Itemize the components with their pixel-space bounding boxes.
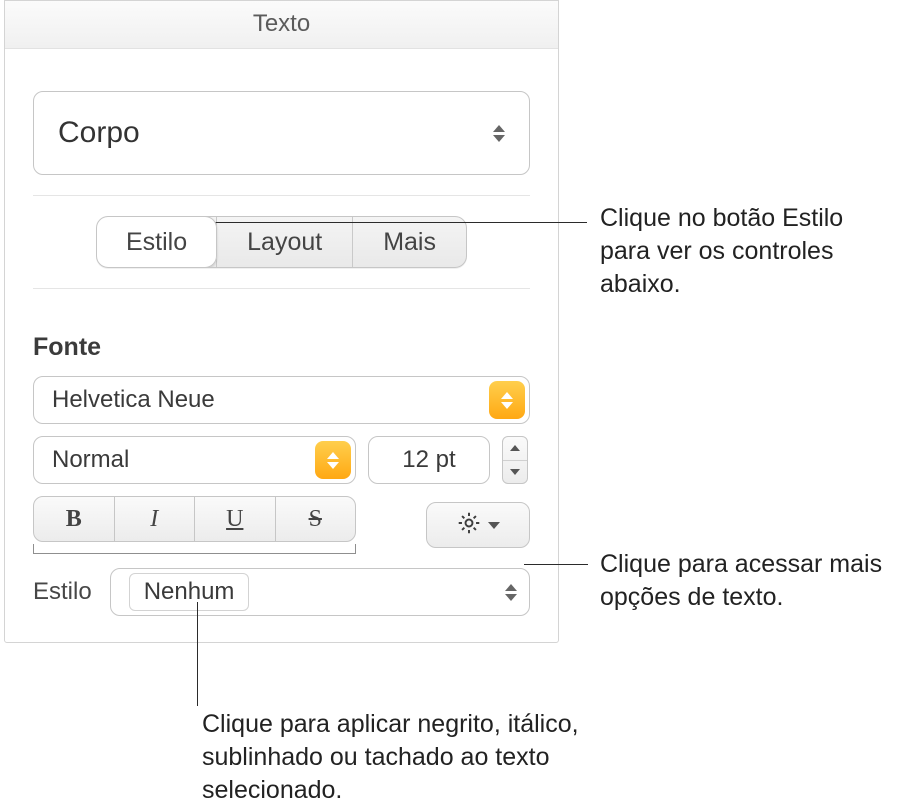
callout-connector (197, 602, 198, 706)
chevron-down-icon (488, 522, 500, 529)
font-size-stepper (502, 436, 528, 484)
font-size-value: 12 pt (402, 446, 455, 474)
paragraph-style-section: Corpo (5, 49, 558, 175)
font-family-select[interactable]: Helvetica Neue (33, 376, 530, 424)
chevron-up-down-icon (493, 125, 505, 142)
character-style-label: Estilo (33, 578, 92, 606)
callout-gear: Clique para acessar mais opções de texto… (600, 548, 890, 614)
text-format-panel: Texto Corpo Estilo Layout Mais Fonte Hel… (4, 0, 559, 643)
panel-title: Texto (5, 1, 558, 49)
font-style-segmented: B I U S (33, 496, 356, 542)
font-family-value: Helvetica Neue (52, 386, 215, 414)
character-style-value: Nenhum (129, 573, 250, 611)
callout-bracket (33, 544, 356, 554)
tab-layout[interactable]: Layout (216, 217, 352, 267)
font-section: Fonte Helvetica Neue Normal 12 pt B I (5, 289, 558, 642)
callout-connector (524, 564, 588, 565)
bold-button[interactable]: B (34, 497, 114, 541)
paragraph-style-value: Corpo (58, 116, 140, 150)
tabs-section: Estilo Layout Mais (5, 196, 558, 268)
chevron-up-down-icon (505, 584, 517, 601)
format-tabs: Estilo Layout Mais (96, 216, 467, 268)
tab-more[interactable]: Mais (352, 217, 466, 267)
advanced-options-button[interactable] (426, 502, 530, 548)
callout-biu: Clique para aplicar negrito, itálico, su… (202, 708, 582, 807)
font-size-increase[interactable] (503, 437, 527, 460)
font-group-label: Fonte (33, 333, 530, 362)
callout-tabs: Clique no botão Estilo para ver os contr… (600, 202, 890, 301)
font-size-field[interactable]: 12 pt (368, 436, 490, 484)
underline-button[interactable]: U (194, 497, 275, 541)
dropdown-handle-icon (489, 381, 525, 419)
dropdown-handle-icon (315, 441, 351, 479)
strikethrough-button[interactable]: S (275, 497, 356, 541)
font-size-decrease[interactable] (503, 460, 527, 484)
font-weight-select[interactable]: Normal (33, 436, 356, 484)
tab-style[interactable]: Estilo (96, 216, 217, 268)
italic-button[interactable]: I (114, 497, 195, 541)
paragraph-style-select[interactable]: Corpo (33, 91, 530, 175)
gear-icon (456, 510, 482, 541)
character-style-select[interactable]: Nenhum (110, 568, 530, 616)
character-style-row: Estilo Nenhum (33, 568, 530, 642)
font-weight-value: Normal (52, 446, 129, 474)
